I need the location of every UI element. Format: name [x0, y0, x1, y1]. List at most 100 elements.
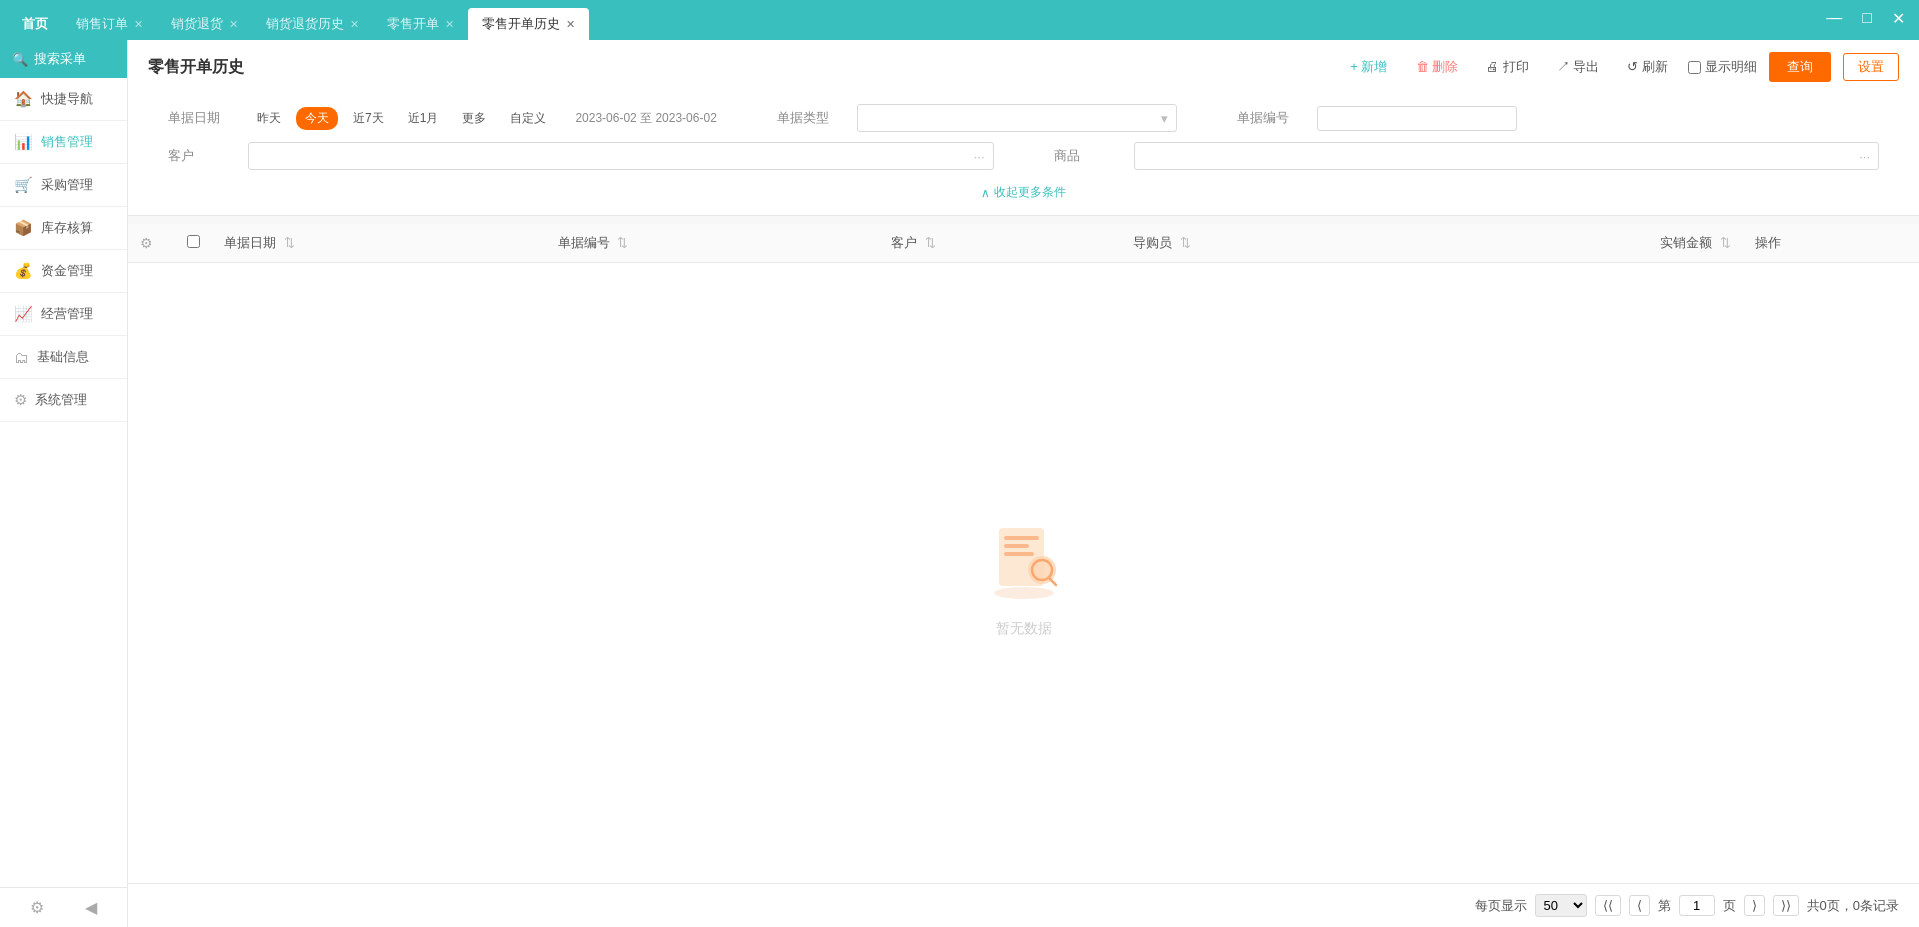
doc-type-select[interactable]: ▾	[857, 104, 1177, 132]
sort-number-icon[interactable]: ⇅	[617, 235, 628, 250]
sidebar-item-quick-nav[interactable]: 🏠 快捷导航	[0, 78, 127, 121]
filter-row-date: 单据日期 昨天 今天 近7天 近1月 更多 自定义 2023-06-02 至 2…	[168, 104, 1879, 132]
folder-icon: 🗂	[14, 349, 29, 366]
th-actions: 操作	[1743, 224, 1919, 263]
gear-icon: ⚙	[14, 391, 27, 409]
sort-guide-icon[interactable]: ⇅	[1180, 235, 1191, 250]
tab-bar: 首页 销售订单 ✕ 销货退货 ✕ 销货退货历史 ✕ 零售开单 ✕ 零售开单历史 …	[0, 0, 1919, 40]
first-page-btn[interactable]: ⟨⟨	[1595, 895, 1621, 916]
th-number: 单据编号 ⇅	[546, 224, 880, 263]
sidebar-item-sales-mgmt[interactable]: 📊 销售管理	[0, 121, 127, 164]
sidebar-item-system-label: 系统管理	[35, 391, 87, 409]
sidebar-item-purchase-mgmt[interactable]: 🛒 采购管理	[0, 164, 127, 207]
new-button[interactable]: + 新增	[1342, 54, 1395, 80]
doc-type-input[interactable]: ▾	[857, 104, 1177, 132]
tab-retail-open-close[interactable]: ✕	[445, 18, 454, 31]
date-btn-last7[interactable]: 近7天	[344, 107, 393, 130]
goods-ellipsis: ···	[1859, 149, 1870, 164]
empty-state: 暂无数据	[128, 263, 1919, 883]
tab-retail-open-history-close[interactable]: ✕	[566, 18, 575, 31]
sort-amount-icon[interactable]: ⇅	[1720, 235, 1731, 250]
svg-point-0	[994, 587, 1054, 599]
tab-sales-order[interactable]: 销售订单 ✕	[62, 8, 157, 40]
date-filter-label: 单据日期	[168, 109, 228, 127]
sidebar-item-operations[interactable]: 📈 经营管理	[0, 293, 127, 336]
export-button[interactable]: ↗ 导出	[1549, 54, 1608, 80]
filter-area: 单据日期 昨天 今天 近7天 近1月 更多 自定义 2023-06-02 至 2…	[148, 94, 1899, 215]
settings-bottom-icon[interactable]: ⚙	[30, 898, 44, 917]
cart-icon: 🛒	[14, 176, 33, 194]
sidebar-item-base-info[interactable]: 🗂 基础信息	[0, 336, 127, 379]
print-button[interactable]: 🖨 打印	[1478, 54, 1537, 80]
minimize-button[interactable]: —	[1820, 7, 1848, 29]
select-all-checkbox[interactable]	[187, 235, 200, 248]
money-icon: 💰	[14, 262, 33, 280]
date-btn-today[interactable]: 今天	[296, 107, 338, 130]
tab-sales-return-history-label: 销货退货历史	[266, 15, 344, 33]
table-settings-icon[interactable]: ⚙	[140, 235, 153, 251]
sidebar-item-finance[interactable]: 💰 资金管理	[0, 250, 127, 293]
per-page-label: 每页显示	[1475, 897, 1527, 915]
maximize-button[interactable]: □	[1856, 7, 1878, 29]
tab-sales-return-history[interactable]: 销货退货历史 ✕	[252, 8, 373, 40]
home-icon: 🏠	[14, 90, 33, 108]
collapse-filter-btn[interactable]: ∧ 收起更多条件	[168, 180, 1879, 205]
date-range-display: 2023-06-02 至 2023-06-02	[575, 110, 716, 127]
settings-button[interactable]: 设置	[1843, 53, 1899, 81]
date-btn-last1month[interactable]: 近1月	[399, 107, 448, 130]
search-icon: 🔍	[12, 52, 28, 67]
trend-icon: 📈	[14, 305, 33, 323]
doc-type-label: 单据类型	[777, 109, 837, 127]
page-title-row: 零售开单历史 + 新增 🗑 删除 🖨 打印 ↗ 导出 ↺ 刷新 显示明细 查询 …	[148, 52, 1899, 82]
display-detail-label: 显示明细	[1688, 58, 1757, 76]
customer-input[interactable]: ···	[248, 142, 994, 170]
tab-retail-open[interactable]: 零售开单 ✕	[373, 8, 468, 40]
sidebar-search[interactable]: 🔍 搜索采单	[0, 40, 127, 78]
table-header-row: ⚙ 单据日期 ⇅ 单据编号 ⇅	[128, 224, 1919, 263]
page-input[interactable]: 1	[1679, 895, 1715, 916]
date-btn-more[interactable]: 更多	[453, 107, 495, 130]
sidebar-item-sales-mgmt-label: 销售管理	[41, 133, 93, 151]
sidebar-item-system[interactable]: ⚙ 系统管理	[0, 379, 127, 422]
sidebar-item-operations-label: 经营管理	[41, 305, 93, 323]
tab-retail-open-history[interactable]: 零售开单历史 ✕	[468, 8, 589, 40]
date-buttons: 昨天 今天 近7天 近1月 更多 自定义	[248, 107, 555, 130]
delete-button[interactable]: 🗑 删除	[1408, 54, 1467, 80]
date-btn-yesterday[interactable]: 昨天	[248, 107, 290, 130]
tab-sales-return-history-close[interactable]: ✕	[350, 18, 359, 31]
box-icon: 📦	[14, 219, 33, 237]
tab-sales-return-close[interactable]: ✕	[229, 18, 238, 31]
close-button[interactable]: ✕	[1886, 7, 1911, 30]
th-amount: 实销金额 ⇅	[1409, 224, 1743, 263]
per-page-select[interactable]: 20 50 100	[1535, 894, 1587, 917]
filter-row-customer: 客户 ··· 商品 ···	[168, 142, 1879, 170]
next-page-btn[interactable]: ⟩	[1744, 895, 1765, 916]
page-title: 零售开单历史	[148, 57, 244, 78]
tab-sales-return[interactable]: 销货退货 ✕	[157, 8, 252, 40]
display-detail-checkbox[interactable]	[1688, 61, 1701, 74]
prev-page-btn[interactable]: ⟨	[1629, 895, 1650, 916]
date-btn-custom[interactable]: 自定义	[501, 107, 555, 130]
sidebar-item-inventory[interactable]: 📦 库存核算	[0, 207, 127, 250]
query-button[interactable]: 查询	[1769, 52, 1831, 82]
sidebar-item-inventory-label: 库存核算	[41, 219, 93, 237]
collapse-sidebar-icon[interactable]: ◀	[85, 898, 97, 917]
tab-home[interactable]: 首页	[8, 8, 62, 40]
refresh-button[interactable]: ↺ 刷新	[1619, 54, 1676, 80]
main-layout: 🔍 搜索采单 🏠 快捷导航 📊 销售管理 🛒 采购管理 📦 库存核算 💰 资金管…	[0, 40, 1919, 927]
tab-retail-open-history-label: 零售开单历史	[482, 15, 560, 33]
svg-rect-2	[1004, 536, 1039, 540]
last-page-btn[interactable]: ⟩⟩	[1773, 895, 1799, 916]
tab-home-label: 首页	[22, 15, 48, 33]
goods-input[interactable]: ···	[1134, 142, 1880, 170]
sort-customer-icon[interactable]: ⇅	[925, 235, 936, 250]
th-customer: 客户 ⇅	[879, 224, 1121, 263]
tab-sales-order-close[interactable]: ✕	[134, 18, 143, 31]
sort-date-icon[interactable]: ⇅	[284, 235, 295, 250]
tab-sales-return-label: 销货退货	[171, 15, 223, 33]
th-guide: 导购员 ⇅	[1121, 224, 1409, 263]
collapse-up-icon: ∧	[981, 186, 990, 200]
sidebar-item-base-info-label: 基础信息	[37, 348, 89, 366]
toolbar: + 新增 🗑 删除 🖨 打印 ↗ 导出 ↺ 刷新 显示明细 查询 设置	[1342, 52, 1899, 82]
doc-number-input[interactable]	[1317, 106, 1517, 131]
